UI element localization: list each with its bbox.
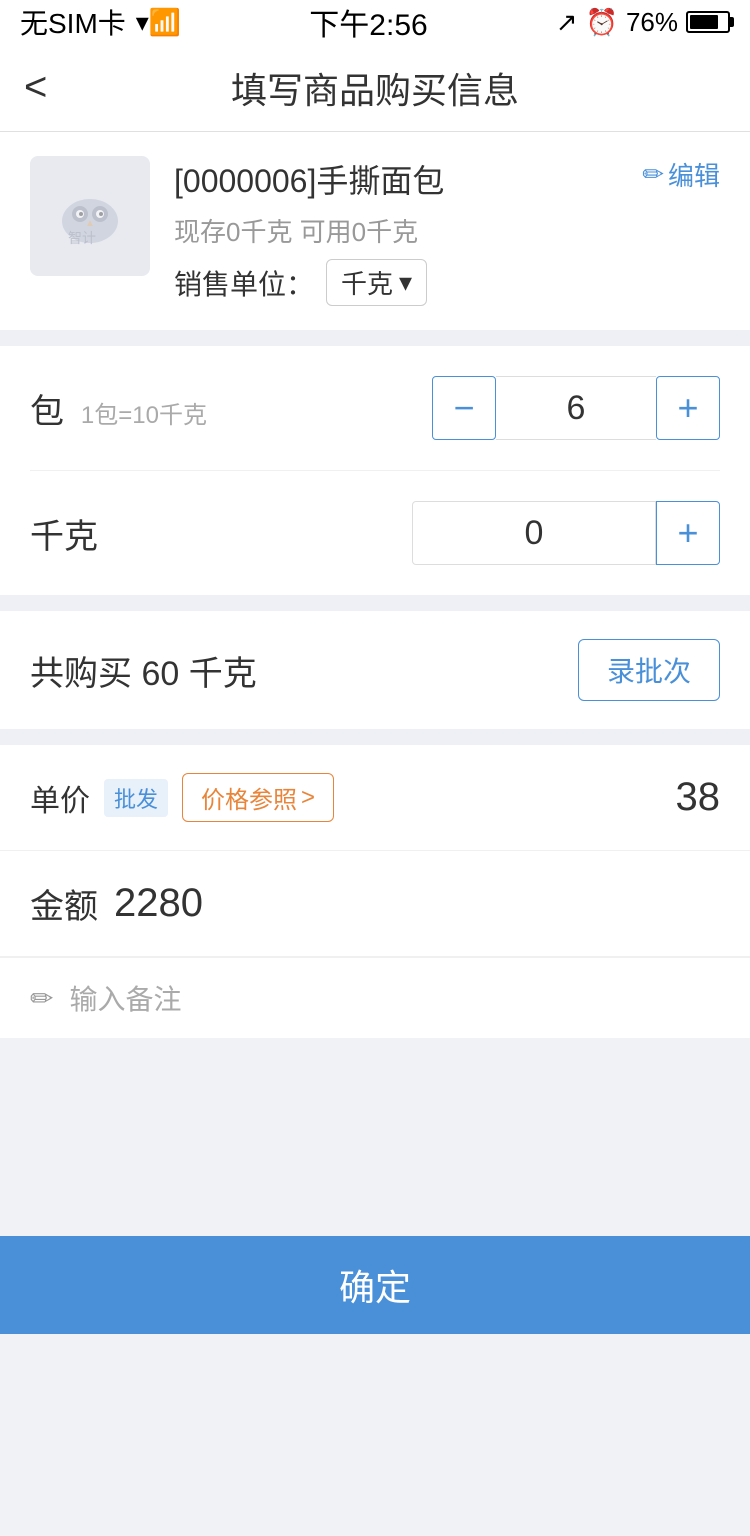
kg-input[interactable]	[412, 501, 656, 565]
package-hint: 1包=10千克	[81, 402, 207, 429]
status-right: ↗ ⏰ 76%	[556, 7, 730, 38]
time-label: 下午2:56	[309, 0, 427, 44]
kg-label: 千克	[30, 509, 98, 558]
nav-bar: < 填写商品购买信息	[0, 44, 750, 132]
package-row: 包 1包=10千克 − +	[30, 346, 720, 471]
price-value: 38	[676, 775, 721, 820]
amount-note-wrapper: 金额 2280 ✏ 输入备注	[0, 851, 750, 1038]
total-unit: 千克	[189, 655, 257, 693]
svg-text:智计: 智计	[68, 230, 96, 246]
alarm-icon: ⏰	[586, 7, 618, 38]
price-ref-arrow-icon: >	[301, 784, 315, 812]
status-bar: 无SIM卡 ▾📶 下午2:56 ↗ ⏰ 76%	[0, 0, 750, 44]
batch-tag: 批发	[104, 779, 168, 817]
unit-value: 千克	[341, 264, 393, 301]
kg-row: 千克 +	[30, 471, 720, 595]
price-row: 单价 批发 价格参照 > 38	[0, 745, 750, 851]
product-name: [0000006]手撕面包	[174, 156, 444, 202]
note-placeholder[interactable]: 输入备注	[69, 978, 181, 1018]
location-icon: ↗	[556, 7, 578, 38]
total-amount: 60	[141, 655, 179, 693]
back-button[interactable]: <	[24, 65, 47, 110]
battery-icon	[686, 11, 730, 33]
total-row: 共购买 60 千克 录批次	[0, 611, 750, 729]
product-thumbnail: 智计	[30, 156, 150, 276]
confirm-label: 确定	[339, 1259, 411, 1311]
battery-label: 76%	[626, 7, 678, 38]
product-header-row: [0000006]手撕面包 ✏ 编辑	[174, 156, 720, 212]
status-left: 无SIM卡 ▾📶	[20, 2, 181, 42]
price-label: 单价	[30, 776, 90, 820]
carrier-label: 无SIM卡	[20, 2, 126, 42]
product-unit-row: 销售单位： 千克 ▾	[174, 259, 720, 306]
section-divider-2	[0, 595, 750, 611]
amount-value: 2280	[114, 881, 203, 926]
package-increment-button[interactable]: +	[656, 376, 720, 440]
confirm-bar[interactable]: 确定	[0, 1236, 750, 1334]
total-text: 共购买 60 千克	[30, 646, 257, 695]
package-input[interactable]	[496, 376, 656, 440]
section-divider-3	[0, 729, 750, 745]
product-card: 智计 [0000006]手撕面包 ✏ 编辑 现存0千克 可用0千克 销售单位： …	[0, 132, 750, 330]
package-decrement-button[interactable]: −	[432, 376, 496, 440]
unit-label: 销售单位：	[174, 263, 314, 303]
amount-row: 金额 2280	[0, 851, 750, 957]
unit-arrow-icon: ▾	[399, 267, 412, 298]
input-section: 包 1包=10千克 − + 千克 +	[0, 346, 750, 595]
kg-increment-button[interactable]: +	[656, 501, 720, 565]
price-section: 单价 批发 价格参照 > 38	[0, 745, 750, 851]
note-row: ✏ 输入备注	[0, 957, 750, 1038]
product-info: [0000006]手撕面包 ✏ 编辑 现存0千克 可用0千克 销售单位： 千克 …	[174, 156, 720, 306]
section-divider-1	[0, 330, 750, 346]
batch-button[interactable]: 录批次	[578, 639, 720, 701]
edit-icon: ✏	[642, 159, 664, 190]
unit-selector[interactable]: 千克 ▾	[326, 259, 427, 306]
price-left: 单价 批发 价格参照 >	[30, 773, 334, 822]
package-label-group: 包 1包=10千克	[30, 384, 207, 433]
page-title: 填写商品购买信息	[231, 62, 519, 114]
note-pencil-icon: ✏	[30, 982, 53, 1015]
total-label: 共购买	[30, 655, 132, 693]
price-ref-button[interactable]: 价格参照 >	[182, 773, 334, 822]
price-ref-label: 价格参照	[201, 780, 297, 815]
kg-stepper: +	[412, 501, 720, 565]
edit-button[interactable]: ✏ 编辑	[642, 156, 720, 193]
edit-label: 编辑	[668, 156, 720, 193]
package-stepper: − +	[432, 376, 720, 440]
product-logo: 智计	[50, 186, 130, 246]
amount-label: 金额	[30, 879, 98, 928]
wifi-icon: ▾📶	[136, 7, 181, 38]
package-label: 包	[30, 393, 64, 431]
product-stock: 现存0千克 可用0千克	[174, 212, 720, 249]
